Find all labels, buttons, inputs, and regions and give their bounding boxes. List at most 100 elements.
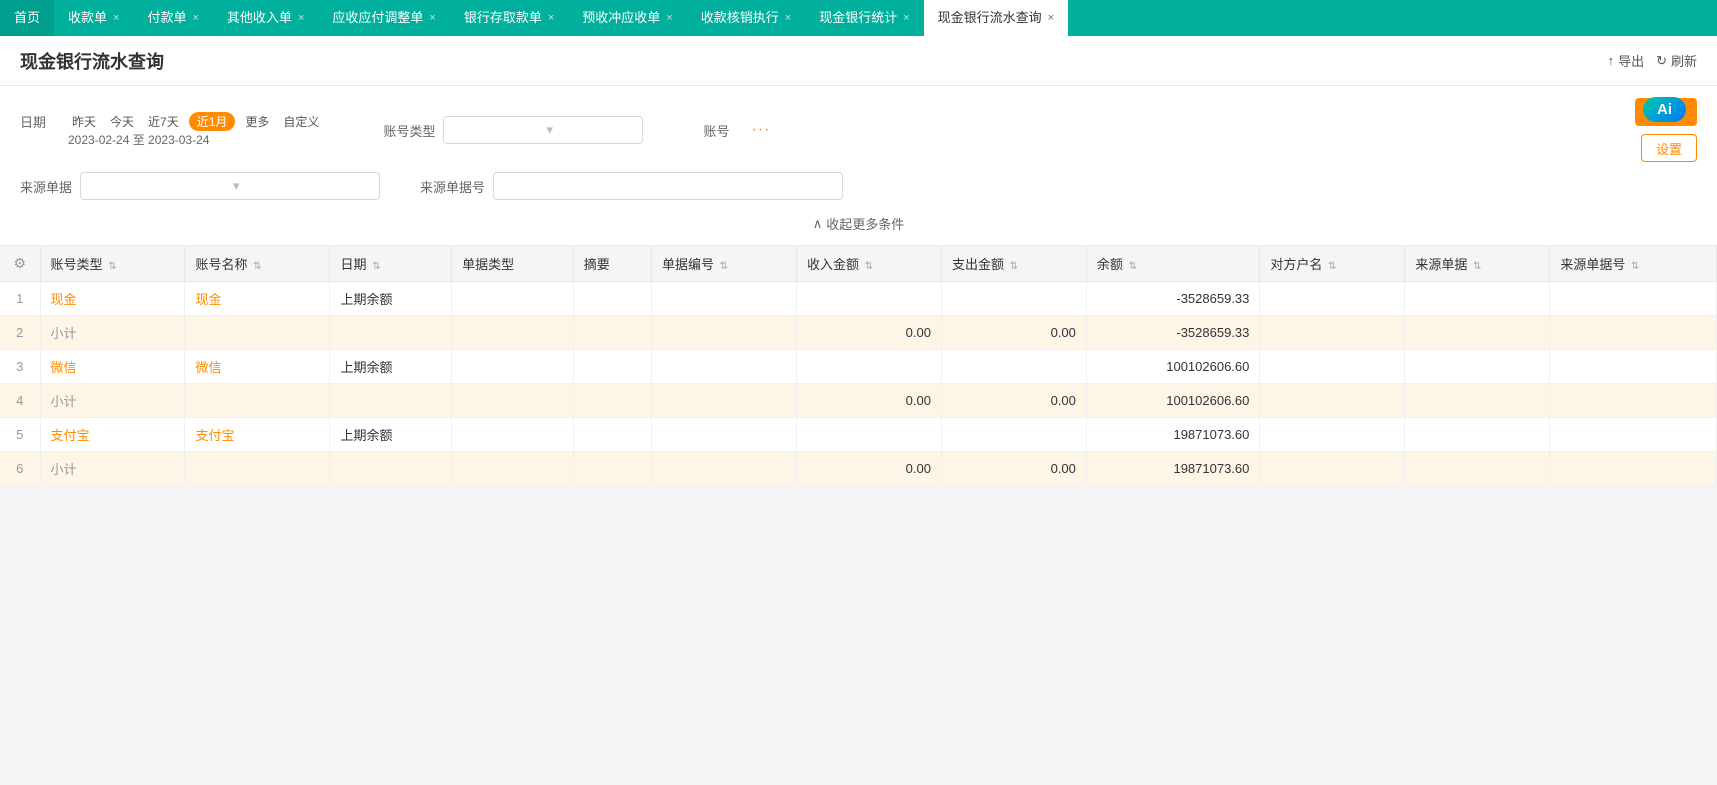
- col-account-type[interactable]: 账号类型 ⇅: [40, 246, 185, 282]
- shortcut-more[interactable]: 更多: [241, 112, 273, 131]
- col-income[interactable]: 收入金额 ⇅: [796, 246, 941, 282]
- page-header: 现金银行流水查询 ↑ 导出 ↻ 刷新: [0, 36, 1717, 86]
- cell-balance: 100102606.60: [1086, 350, 1259, 384]
- cell-doc-no: [652, 282, 797, 316]
- table-header-row: ⚙ 账号类型 ⇅ 账号名称 ⇅ 日期 ⇅ 单据类型 摘要: [0, 246, 1717, 282]
- shortcut-yesterday[interactable]: 昨天: [68, 112, 100, 131]
- col-account-name[interactable]: 账号名称 ⇅: [185, 246, 330, 282]
- source-doc-group: 来源单据 ▾: [20, 172, 380, 200]
- cell-balance: 100102606.60: [1086, 384, 1259, 418]
- cell-source-doc: [1405, 282, 1550, 316]
- col-settings: ⚙: [0, 246, 40, 282]
- nav-collection-close[interactable]: ×: [785, 0, 791, 36]
- nav-receipt[interactable]: 收款单 ×: [54, 0, 133, 36]
- cell-doc-no: [652, 452, 797, 486]
- nav-collection[interactable]: 收款核销执行 ×: [687, 0, 805, 36]
- nav-bank-deposit-close[interactable]: ×: [548, 0, 554, 36]
- shortcut-today[interactable]: 今天: [106, 112, 138, 131]
- table-row: 1 现金 现金 上期余额 -3528659.33: [0, 282, 1717, 316]
- cell-account-name: 微信: [185, 350, 330, 384]
- table-container: ⚙ 账号类型 ⇅ 账号名称 ⇅ 日期 ⇅ 单据类型 摘要: [0, 246, 1717, 486]
- nav-adjustment-close[interactable]: ×: [429, 0, 435, 36]
- source-doc-select[interactable]: ▾: [80, 172, 380, 200]
- collapse-button[interactable]: ∧ 收起更多条件: [813, 214, 905, 233]
- source-doc-no-input[interactable]: [493, 172, 843, 200]
- cell-doc-no: [652, 350, 797, 384]
- col-date[interactable]: 日期 ⇅: [330, 246, 452, 282]
- nav-payment-close[interactable]: ×: [192, 0, 198, 36]
- sort-icon-date: ⇅: [372, 261, 380, 272]
- nav-bank-deposit[interactable]: 银行存取款单 ×: [450, 0, 568, 36]
- cell-index: 3: [0, 350, 40, 384]
- shortcut-1month[interactable]: 近1月: [189, 112, 236, 131]
- nav-adjustment[interactable]: 应收应付调整单 ×: [318, 0, 449, 36]
- cell-account-type: 现金: [40, 282, 185, 316]
- sort-icon-counter-party: ⇅: [1328, 261, 1336, 272]
- cell-source-doc-no: [1550, 452, 1717, 486]
- cell-account-name: [185, 316, 330, 350]
- nav-advance-close[interactable]: ×: [666, 0, 672, 36]
- cell-index: 2: [0, 316, 40, 350]
- cell-source-doc-no: [1550, 384, 1717, 418]
- cell-counter-party: [1260, 316, 1405, 350]
- cell-expense: 0.00: [941, 316, 1086, 350]
- cell-counter-party: [1260, 282, 1405, 316]
- date-range-display: 2023-02-24 至 2023-03-24: [68, 131, 323, 148]
- cell-date: 上期余额: [330, 282, 452, 316]
- nav-advance[interactable]: 预收冲应收单 ×: [568, 0, 686, 36]
- cell-date: [330, 316, 452, 350]
- table-row: 4 小计 0.00 0.00 100102606.60: [0, 384, 1717, 418]
- cell-date: 上期余额: [330, 350, 452, 384]
- ai-button[interactable]: Ai: [1643, 97, 1686, 122]
- nav-other-income-close[interactable]: ×: [298, 0, 304, 36]
- account-ellipsis[interactable]: ···: [751, 121, 770, 139]
- col-counter-party[interactable]: 对方户名 ⇅: [1260, 246, 1405, 282]
- cell-source-doc-no: [1550, 350, 1717, 384]
- cell-source-doc: [1405, 418, 1550, 452]
- nav-other-income-label: 其他收入单: [227, 0, 292, 36]
- gear-icon[interactable]: ⚙: [13, 255, 26, 271]
- nav-other-income[interactable]: 其他收入单 ×: [213, 0, 318, 36]
- shortcut-custom[interactable]: 自定义: [279, 112, 323, 131]
- settings-button[interactable]: 设置: [1641, 134, 1697, 162]
- cell-income: [796, 350, 941, 384]
- cell-account-type: 支付宝: [40, 418, 185, 452]
- export-button[interactable]: ↑ 导出: [1608, 51, 1645, 70]
- cell-source-doc-no: [1550, 282, 1717, 316]
- cell-index: 5: [0, 418, 40, 452]
- nav-cash-flow[interactable]: 现金银行流水查询 ×: [924, 0, 1068, 36]
- col-balance[interactable]: 余额 ⇅: [1086, 246, 1259, 282]
- table-body: 1 现金 现金 上期余额 -3528659.33 2 小计 0.00 0.00 …: [0, 282, 1717, 486]
- account-type-select[interactable]: ▾: [443, 116, 643, 144]
- nav-bank-deposit-label: 银行存取款单: [464, 0, 542, 36]
- col-expense[interactable]: 支出金额 ⇅: [941, 246, 1086, 282]
- export-label: 导出: [1618, 51, 1644, 70]
- nav-collection-label: 收款核销执行: [701, 0, 779, 36]
- cell-income: 0.00: [796, 384, 941, 418]
- account-type-group: 账号类型 ▾: [383, 116, 643, 144]
- cell-account-type: 小计: [40, 384, 185, 418]
- refresh-button[interactable]: ↻ 刷新: [1656, 51, 1697, 70]
- cell-source-doc: [1405, 452, 1550, 486]
- nav-cash-stats-close[interactable]: ×: [903, 0, 909, 36]
- nav-cash-stats-label: 现金银行统计: [819, 0, 897, 36]
- cell-source-doc: [1405, 316, 1550, 350]
- nav-cash-flow-close[interactable]: ×: [1048, 0, 1054, 36]
- account-group: 账号 ···: [703, 121, 770, 140]
- col-source-doc[interactable]: 来源单据 ⇅: [1405, 246, 1550, 282]
- filter-row-date: 日期 昨天 今天 近7天 近1月 更多 自定义 2023-02-24 至 202…: [20, 98, 1697, 162]
- cell-income: 0.00: [796, 316, 941, 350]
- shortcut-7days[interactable]: 近7天: [144, 112, 183, 131]
- col-source-doc-no[interactable]: 来源单据号 ⇅: [1550, 246, 1717, 282]
- nav-payment[interactable]: 付款单 ×: [133, 0, 212, 36]
- col-doc-type: 单据类型: [452, 246, 574, 282]
- col-doc-no[interactable]: 单据编号 ⇅: [652, 246, 797, 282]
- date-filter-content: 昨天 今天 近7天 近1月 更多 自定义 2023-02-24 至 2023-0…: [68, 112, 323, 148]
- sort-icon-doc-no: ⇅: [720, 261, 728, 272]
- nav-cash-stats[interactable]: 现金银行统计 ×: [805, 0, 923, 36]
- cell-account-name: 支付宝: [185, 418, 330, 452]
- cell-counter-party: [1260, 350, 1405, 384]
- nav-receipt-close[interactable]: ×: [113, 0, 119, 36]
- cell-date: [330, 452, 452, 486]
- nav-home[interactable]: 首页: [0, 0, 54, 36]
